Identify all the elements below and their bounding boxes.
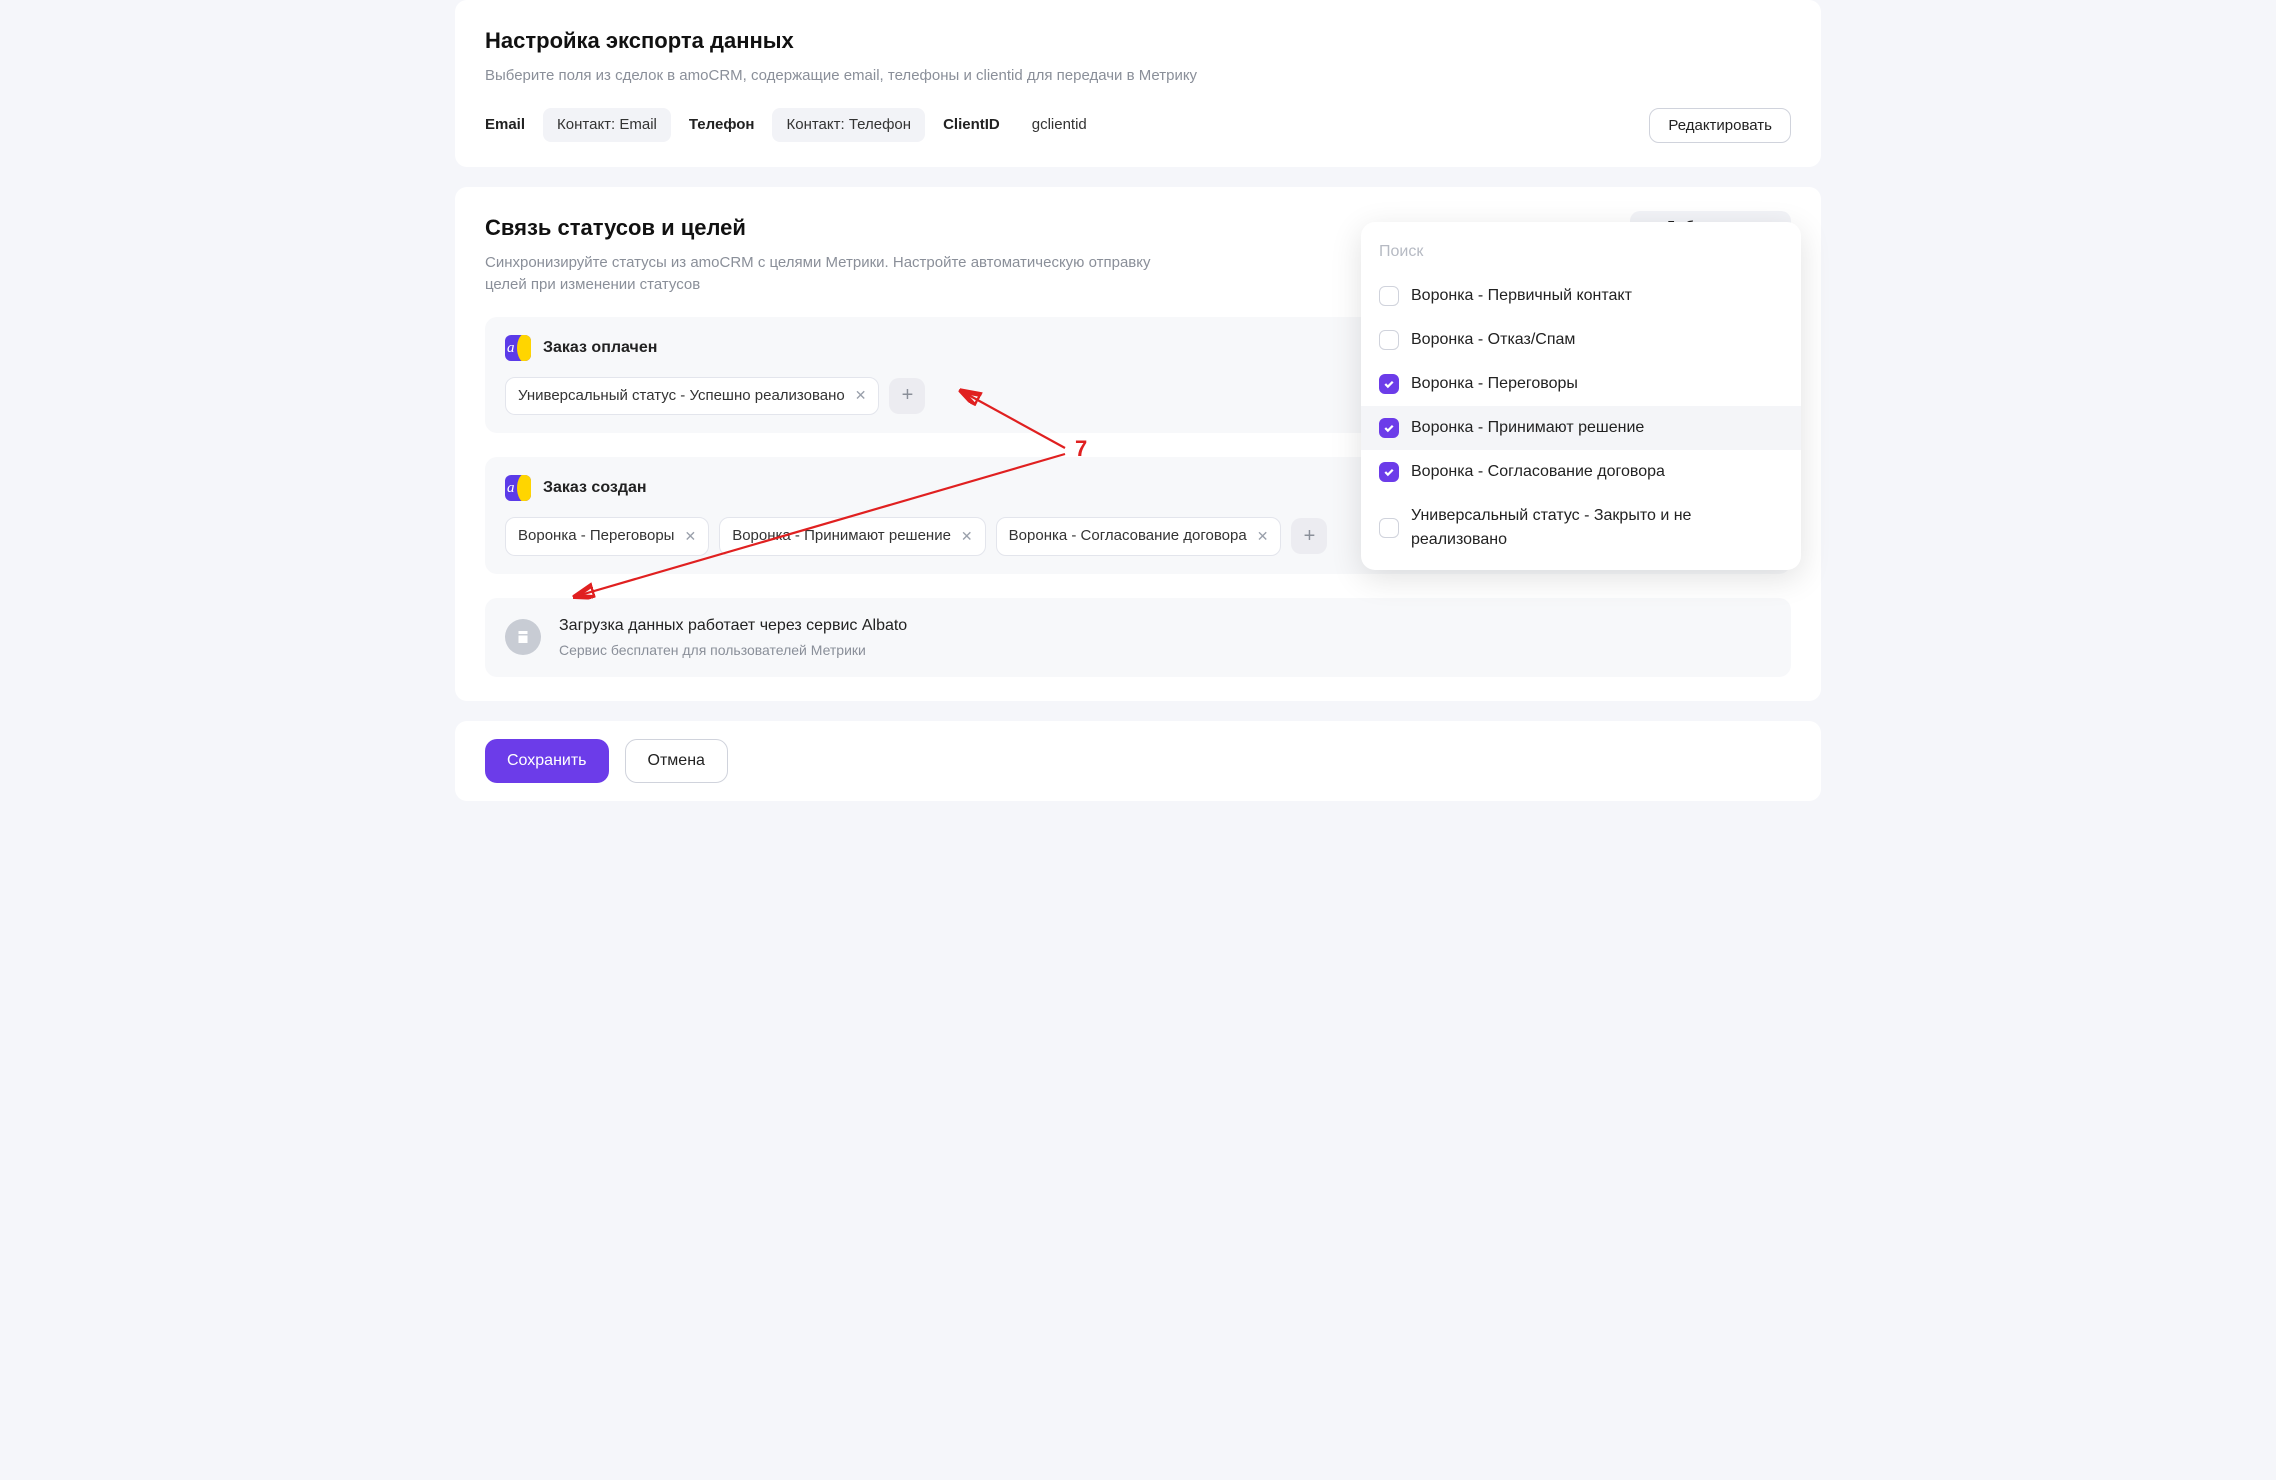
popover-option[interactable]: Воронка - Первичный контакт bbox=[1361, 274, 1801, 318]
export-config-subtitle: Выберите поля из сделок в amoCRM, содерж… bbox=[485, 65, 1791, 88]
checkbox-icon bbox=[1379, 286, 1399, 306]
popover-option-label: Воронка - Первичный контакт bbox=[1411, 284, 1632, 308]
status-chip-label: Воронка - Согласование договора bbox=[1009, 525, 1247, 548]
plus-icon: + bbox=[902, 384, 914, 407]
phone-label: Телефон bbox=[689, 114, 755, 137]
popover-option-label: Воронка - Принимают решение bbox=[1411, 416, 1644, 440]
status-chip-label: Воронка - Переговоры bbox=[518, 525, 674, 548]
checkbox-icon bbox=[1379, 518, 1399, 538]
export-config-panel: Настройка экспорта данных Выберите поля … bbox=[455, 0, 1821, 167]
popover-option-label: Воронка - Согласование договора bbox=[1411, 460, 1665, 484]
chip-remove-icon[interactable]: ✕ bbox=[855, 385, 867, 406]
popover-option[interactable]: Воронка - Согласование договора bbox=[1361, 450, 1801, 494]
edit-export-button[interactable]: Редактировать bbox=[1649, 108, 1791, 143]
save-button[interactable]: Сохранить bbox=[485, 739, 609, 783]
popover-search-input[interactable] bbox=[1379, 243, 1783, 261]
goal-title: Заказ создан bbox=[543, 476, 647, 500]
amocrm-icon: a bbox=[505, 335, 531, 361]
popover-option[interactable]: Воронка - Переговоры bbox=[1361, 362, 1801, 406]
albato-info-sub: Сервис бесплатен для пользователей Метри… bbox=[559, 640, 907, 661]
popover-option[interactable]: Воронка - Принимают решение bbox=[1361, 406, 1801, 450]
albato-icon bbox=[505, 619, 541, 655]
status-chip: Воронка - Принимают решение ✕ bbox=[719, 517, 985, 556]
checkbox-icon bbox=[1379, 330, 1399, 350]
popover-option-label: Универсальный статус - Закрыто и не реал… bbox=[1411, 504, 1783, 552]
export-config-title: Настройка экспорта данных bbox=[485, 24, 1791, 57]
status-chip: Воронка - Согласование договора ✕ bbox=[996, 517, 1282, 556]
clientid-label: ClientID bbox=[943, 114, 1000, 137]
status-options-popover: Воронка - Первичный контакт Воронка - От… bbox=[1361, 222, 1801, 570]
phone-value: Контакт: Телефон bbox=[772, 108, 925, 143]
chip-remove-icon[interactable]: ✕ bbox=[961, 526, 973, 547]
checkbox-icon bbox=[1379, 374, 1399, 394]
plus-icon: + bbox=[1304, 525, 1316, 548]
status-chip: Воронка - Переговоры ✕ bbox=[505, 517, 709, 556]
footer-actions: Сохранить Отмена bbox=[455, 721, 1821, 801]
popover-option[interactable]: Воронка - Отказ/Спам bbox=[1361, 318, 1801, 362]
cancel-button[interactable]: Отмена bbox=[625, 739, 728, 783]
chip-remove-icon[interactable]: ✕ bbox=[1257, 526, 1269, 547]
status-chip: Универсальный статус - Успешно реализова… bbox=[505, 377, 879, 416]
goal-title: Заказ оплачен bbox=[543, 336, 657, 360]
clientid-value: gclientid bbox=[1018, 108, 1101, 143]
status-chip-label: Воронка - Принимают решение bbox=[732, 525, 951, 548]
checkbox-icon bbox=[1379, 462, 1399, 482]
chip-remove-icon[interactable]: ✕ bbox=[684, 526, 696, 547]
popover-option[interactable]: Универсальный статус - Закрыто и не реал… bbox=[1361, 494, 1801, 562]
checkbox-icon bbox=[1379, 418, 1399, 438]
email-label: Email bbox=[485, 114, 525, 137]
popover-option-label: Воронка - Отказ/Спам bbox=[1411, 328, 1575, 352]
popover-option-label: Воронка - Переговоры bbox=[1411, 372, 1578, 396]
goals-subtitle: Синхронизируйте статусы из amoCRM с целя… bbox=[485, 252, 1185, 297]
status-chip-label: Универсальный статус - Успешно реализова… bbox=[518, 385, 845, 408]
albato-info: Загрузка данных работает через сервис Al… bbox=[485, 598, 1791, 677]
email-value: Контакт: Email bbox=[543, 108, 671, 143]
add-status-button[interactable]: + bbox=[889, 378, 925, 414]
amocrm-icon: a bbox=[505, 475, 531, 501]
add-status-button[interactable]: + bbox=[1291, 518, 1327, 554]
albato-info-title: Загрузка данных работает через сервис Al… bbox=[559, 614, 907, 638]
